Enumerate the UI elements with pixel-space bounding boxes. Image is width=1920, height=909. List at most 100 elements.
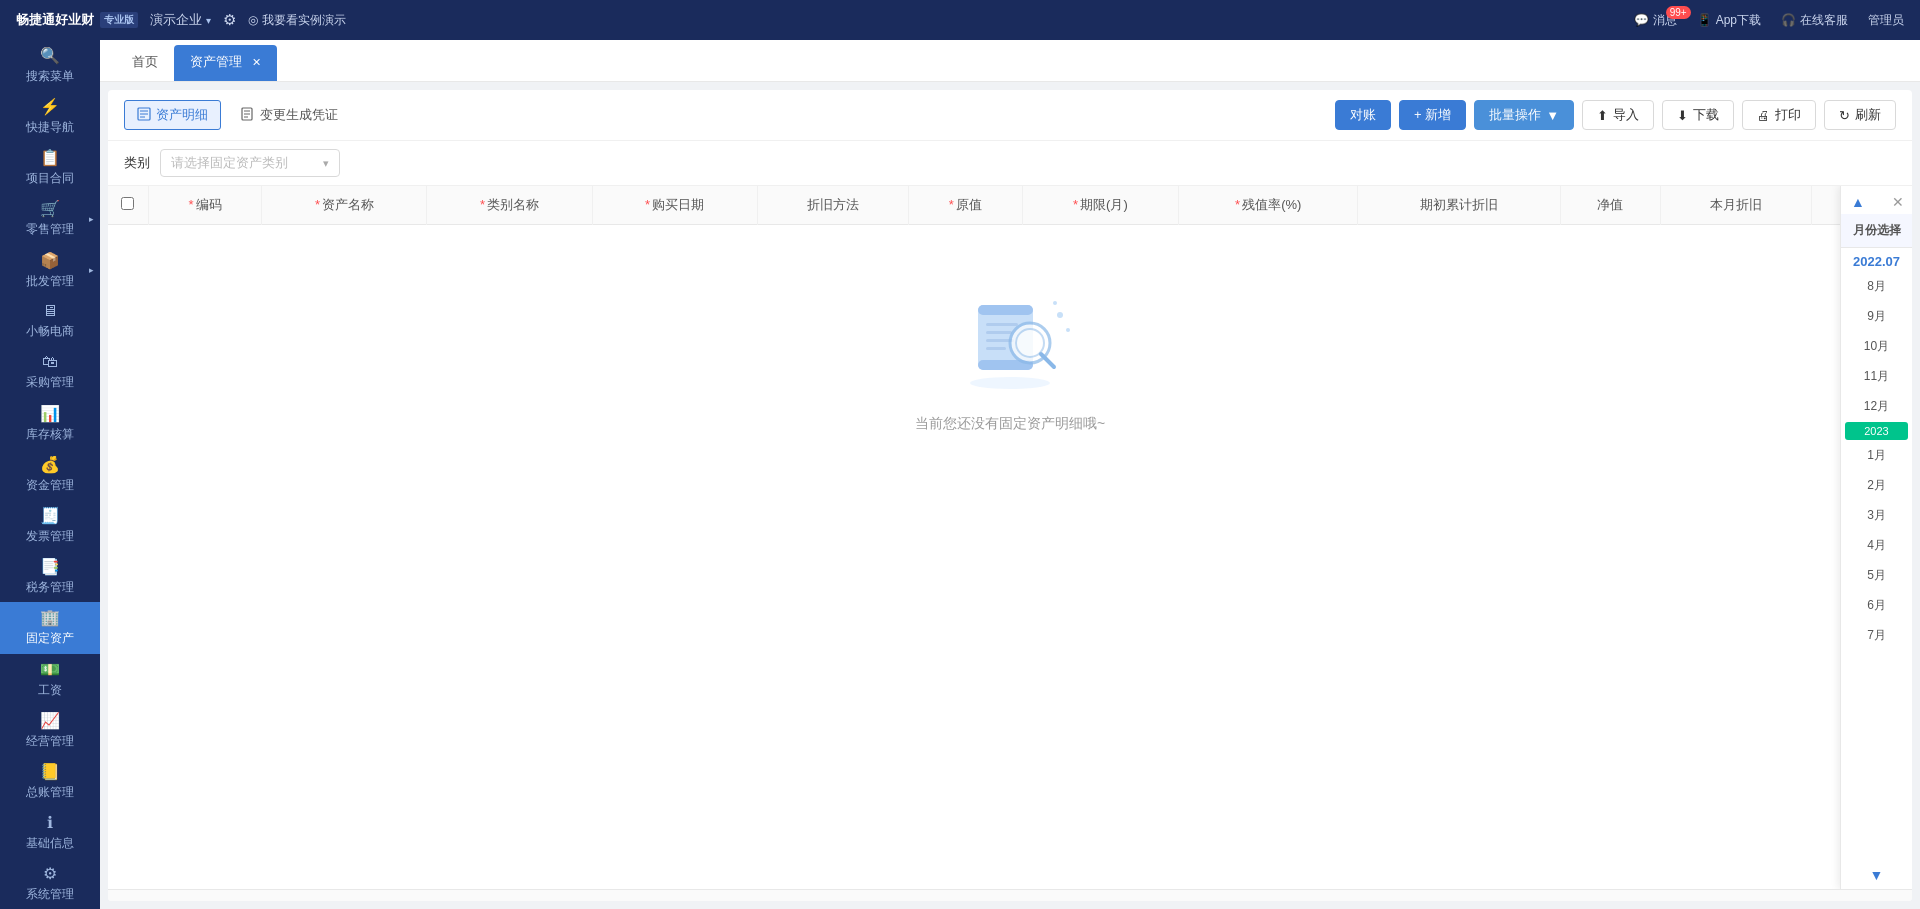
sub-tab-bar: 资产明细 变更生成凭证 对 xyxy=(108,90,1912,141)
empty-message: 当前您还没有固定资产明细哦~ xyxy=(915,415,1105,433)
sidebar-item-invoice[interactable]: 🧾 发票管理 xyxy=(0,500,100,551)
add-button[interactable]: + 新增 xyxy=(1399,100,1466,130)
month-panel-header: 月份选择 xyxy=(1841,214,1912,248)
demo-button[interactable]: ◎ 我要看实例演示 xyxy=(248,12,346,29)
tab-close-icon[interactable]: ✕ xyxy=(252,56,261,68)
tax-icon: 📑 xyxy=(40,557,60,576)
search-icon: 🔍 xyxy=(40,46,60,65)
message-button[interactable]: 💬 消息 99+ xyxy=(1634,12,1677,29)
th-category: *类别名称 xyxy=(427,186,592,225)
category-select[interactable]: 请选择固定资产类别 ▾ xyxy=(160,149,340,177)
app-download-label: App下载 xyxy=(1716,12,1761,29)
th-net-value: 净值 xyxy=(1560,186,1660,225)
username-label: 管理员 xyxy=(1868,13,1904,27)
main-layout: 🔍 搜索菜单 ⚡ 快捷导航 📋 项目合同 🛒 零售管理 ▸ 📦 批发管理 ▸ 🖥… xyxy=(0,40,1920,909)
month-item-2022-11[interactable]: 11月 xyxy=(1845,362,1908,391)
select-all-checkbox[interactable] xyxy=(121,197,134,210)
salary-icon: 💵 xyxy=(40,660,60,679)
sidebar-item-salary[interactable]: 💵 工资 xyxy=(0,654,100,705)
month-list[interactable]: 8月 9月 10月 11月 12月 2023 1月 2月 3月 4月 5月 6月… xyxy=(1841,271,1912,861)
th-original-value: *原值 xyxy=(908,186,1022,225)
sidebar-item-operations[interactable]: 📈 经营管理 xyxy=(0,705,100,756)
month-item-2023-04[interactable]: 4月 xyxy=(1845,531,1908,560)
arrow-icon-2: ▸ xyxy=(89,265,94,275)
th-code: *编码 xyxy=(148,186,262,225)
user-profile[interactable]: 管理员 xyxy=(1868,12,1904,29)
sidebar-item-basic[interactable]: ℹ 基础信息 xyxy=(0,807,100,858)
table-header-row: *编码 *资产名称 *类别名称 *购买日期 折旧方法 *原值 *期限(月) *残… xyxy=(108,186,1912,225)
month-item-2022-08[interactable]: 8月 xyxy=(1845,272,1908,301)
sub-tab-change-voucher-label: 变更生成凭证 xyxy=(260,106,338,124)
sidebar-label-purchase: 采购管理 xyxy=(26,374,74,391)
sub-tab-asset-detail-label: 资产明细 xyxy=(156,106,208,124)
empty-illustration xyxy=(950,285,1070,395)
month-panel-close-button[interactable]: ✕ xyxy=(1888,190,1908,214)
tab-home[interactable]: 首页 xyxy=(116,45,174,81)
chevron-down-icon: ▾ xyxy=(206,15,211,26)
batch-operation-button[interactable]: 批量操作 ▼ xyxy=(1474,100,1574,130)
sidebar-item-purchase[interactable]: 🛍 采购管理 xyxy=(0,347,100,398)
change-voucher-icon xyxy=(241,107,255,124)
content-area: 首页 资产管理 ✕ xyxy=(100,40,1920,909)
settings-icon[interactable]: ⚙ xyxy=(223,11,236,29)
svg-point-20 xyxy=(1066,328,1070,332)
company-selector[interactable]: 演示企业 ▾ xyxy=(150,11,211,29)
month-item-2023-07[interactable]: 7月 xyxy=(1845,621,1908,650)
filter-category-label: 类别 xyxy=(124,154,150,172)
tab-asset-label: 资产管理 xyxy=(190,54,242,69)
sidebar-item-wholesale[interactable]: 📦 批发管理 ▸ xyxy=(0,245,100,296)
month-item-2023-03[interactable]: 3月 xyxy=(1845,501,1908,530)
month-panel-down-button[interactable]: ▼ xyxy=(1864,865,1890,885)
download-button[interactable]: ⬇ 下载 xyxy=(1662,100,1734,130)
tab-home-label: 首页 xyxy=(132,54,158,69)
sidebar-item-retail[interactable]: 🛒 零售管理 ▸ xyxy=(0,193,100,244)
app-download-button[interactable]: 📱 App下载 xyxy=(1697,12,1761,29)
assets-icon: 🏢 xyxy=(40,608,60,627)
bottom-scrollbar[interactable] xyxy=(108,889,1912,901)
sidebar-item-inventory[interactable]: 📊 库存核算 xyxy=(0,398,100,449)
sidebar-item-finance[interactable]: 💰 资金管理 xyxy=(0,449,100,500)
svg-rect-12 xyxy=(986,323,1018,326)
month-item-2022-09[interactable]: 9月 xyxy=(1845,302,1908,331)
month-item-2022-10[interactable]: 10月 xyxy=(1845,332,1908,361)
purchase-icon: 🛍 xyxy=(42,353,58,371)
import-button[interactable]: ⬆ 导入 xyxy=(1582,100,1654,130)
sidebar-item-assets[interactable]: 🏢 固定资产 xyxy=(0,602,100,653)
sidebar-item-search[interactable]: 🔍 搜索菜单 xyxy=(0,40,100,91)
sidebar-item-accounting[interactable]: 📒 总账管理 xyxy=(0,756,100,807)
month-item-2023-01[interactable]: 1月 xyxy=(1845,441,1908,470)
month-item-2023-02[interactable]: 2月 xyxy=(1845,471,1908,500)
svg-point-8 xyxy=(970,377,1050,389)
th-name: *资产名称 xyxy=(262,186,427,225)
sidebar-item-quicknav[interactable]: ⚡ 快捷导航 xyxy=(0,91,100,142)
print-button[interactable]: 🖨 打印 xyxy=(1742,100,1816,130)
top-bar: 畅捷通好业财 专业版 演示企业 ▾ ⚙ ◎ 我要看实例演示 💬 消息 99+ 📱… xyxy=(0,0,1920,40)
sidebar-item-tax[interactable]: 📑 税务管理 xyxy=(0,551,100,602)
th-accumulated: 期初累计折旧 xyxy=(1358,186,1560,225)
sub-tab-change-voucher[interactable]: 变更生成凭证 xyxy=(229,101,350,129)
sub-tab-asset-detail[interactable]: 资产明细 xyxy=(124,100,221,130)
tab-asset-management[interactable]: 资产管理 ✕ xyxy=(174,45,277,81)
sidebar-item-system[interactable]: ⚙ 系统管理 xyxy=(0,858,100,909)
month-panel-up-button[interactable]: ▲ xyxy=(1845,192,1871,212)
operations-icon: 📈 xyxy=(40,711,60,730)
sidebar-item-ecommerce[interactable]: 🖥 小畅电商 xyxy=(0,296,100,347)
invoice-icon: 🧾 xyxy=(40,506,60,525)
sidebar-label-operations: 经营管理 xyxy=(26,733,74,750)
sidebar-label-finance: 资金管理 xyxy=(26,477,74,494)
system-icon: ⚙ xyxy=(43,864,57,883)
filter-row: 类别 请选择固定资产类别 ▾ xyxy=(108,141,1912,186)
countercheck-button[interactable]: 对账 xyxy=(1335,100,1391,130)
sidebar-label-salary: 工资 xyxy=(38,682,62,699)
sidebar-label-ecommerce: 小畅电商 xyxy=(26,323,74,340)
logo: 畅捷通好业财 专业版 xyxy=(16,11,138,29)
month-item-2023-06[interactable]: 6月 xyxy=(1845,591,1908,620)
demo-icon: ◎ xyxy=(248,13,258,27)
month-item-2023-05[interactable]: 5月 xyxy=(1845,561,1908,590)
headset-icon: 🎧 xyxy=(1781,13,1796,27)
month-item-2022-12[interactable]: 12月 xyxy=(1845,392,1908,421)
refresh-button[interactable]: ↻ 刷新 xyxy=(1824,100,1896,130)
online-service-button[interactable]: 🎧 在线客服 xyxy=(1781,12,1848,29)
sidebar-item-contract[interactable]: 📋 项目合同 xyxy=(0,142,100,193)
th-residual-rate: *残值率(%) xyxy=(1179,186,1358,225)
